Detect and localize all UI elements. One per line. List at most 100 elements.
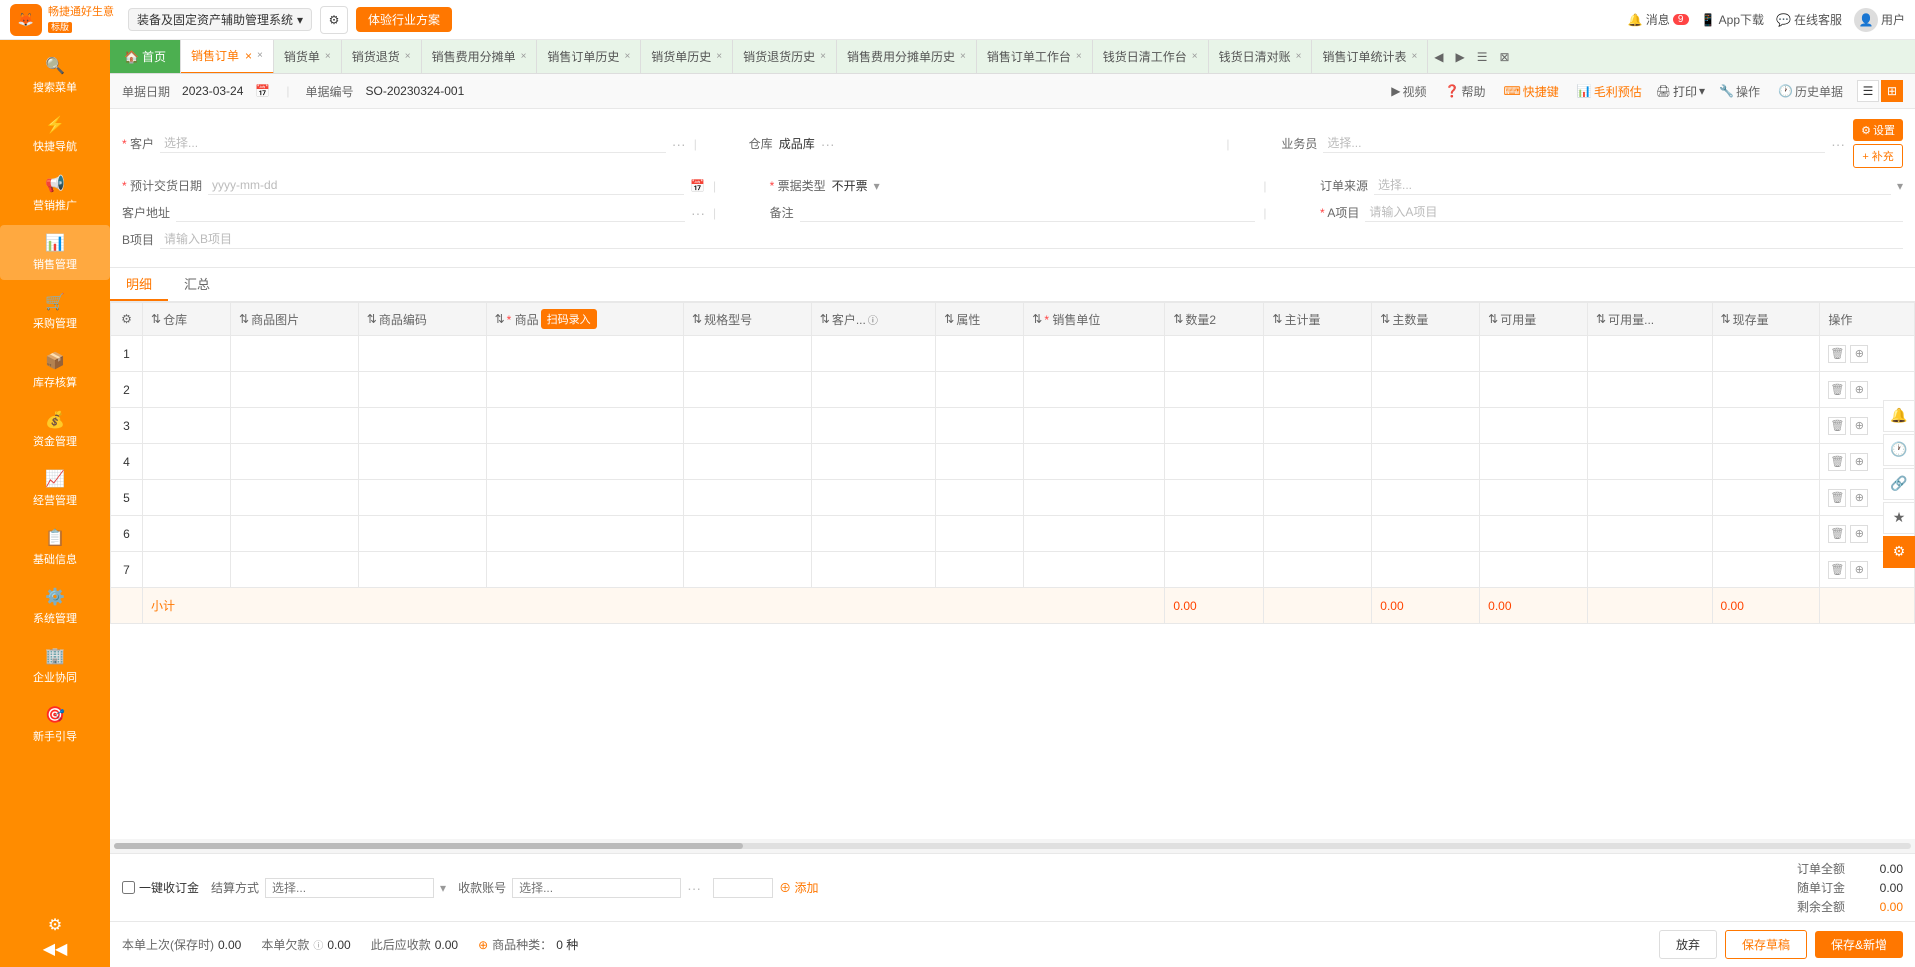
cell-available-more-1[interactable] <box>1588 336 1712 372</box>
sidebar-item-guide[interactable]: 🎯 新手引导 <box>0 697 110 752</box>
address-input[interactable] <box>176 203 685 222</box>
tab-close-workbench[interactable]: × <box>1076 51 1082 62</box>
cell-quantity2-1[interactable] <box>1165 336 1264 372</box>
deposit-amount-input[interactable]: 0.00 <box>713 878 773 898</box>
tab-sales-fee-history[interactable]: 销售费用分摊单历史 × <box>837 40 977 74</box>
cell-available-more-2[interactable] <box>1588 372 1712 408</box>
a-project-input[interactable] <box>1365 203 1903 222</box>
tab-home[interactable]: 🏠 首页 <box>110 40 181 74</box>
staff-input[interactable] <box>1323 134 1825 153</box>
view-video-button[interactable]: ▶ 视频 <box>1387 81 1430 102</box>
tab-close-credit-reconcile[interactable]: × <box>1296 51 1302 62</box>
warehouse-more-icon[interactable]: ··· <box>821 136 835 152</box>
cell-current-qty-2[interactable] <box>1712 372 1820 408</box>
order-source-input[interactable] <box>1374 176 1891 195</box>
row-copy-2[interactable]: ⊕ <box>1850 381 1868 399</box>
tab-summary-detail[interactable]: 汇总 <box>168 268 226 301</box>
delivery-date-input[interactable] <box>208 176 684 195</box>
address-more-icon[interactable]: ··· <box>691 205 705 221</box>
app-download-button[interactable]: 📱 App下载 <box>1701 11 1764 28</box>
sidebar-item-inventory[interactable]: 📦 库存核算 <box>0 343 110 398</box>
float-link-button[interactable]: 🔗 <box>1883 468 1915 500</box>
tab-prev-button[interactable]: ◀ <box>1428 40 1449 74</box>
tab-sales-order[interactable]: 销售订单 × × <box>181 40 274 74</box>
cell-quantity2-2[interactable] <box>1165 372 1264 408</box>
sidebar-item-basic-info[interactable]: 📋 基础信息 <box>0 520 110 575</box>
staff-more-icon[interactable]: ··· <box>1831 136 1845 152</box>
cell-product-1[interactable] <box>486 336 683 372</box>
row-delete-1[interactable]: 🗑 <box>1828 345 1846 363</box>
account-more-icon[interactable]: ··· <box>687 880 701 896</box>
tab-sales-refund[interactable]: 销货退货 × <box>342 40 422 74</box>
sidebar-item-system[interactable]: ⚙️ 系统管理 <box>0 579 110 634</box>
payment-method-select[interactable] <box>265 878 434 898</box>
row-delete-5[interactable]: 🗑 <box>1828 489 1846 507</box>
cell-product-image-2[interactable] <box>231 372 359 408</box>
user-menu[interactable]: 👤 用户 <box>1854 8 1905 32</box>
row-copy-4[interactable]: ⊕ <box>1850 453 1868 471</box>
sidebar-collapse-icon[interactable]: ◀◀ <box>43 939 68 959</box>
tab-sales-stats[interactable]: 销售订单统计表 × <box>1312 40 1428 74</box>
tab-credit-reconcile[interactable]: 钱货日清对账 × <box>1209 40 1313 74</box>
sidebar-item-marketing[interactable]: 📢 营销推广 <box>0 166 110 221</box>
solution-button[interactable]: 体验行业方案 <box>356 7 452 32</box>
cell-spec-1[interactable] <box>684 336 812 372</box>
account-select[interactable] <box>512 878 681 898</box>
tab-next-button[interactable]: ▶ <box>1450 40 1471 74</box>
add-column-button[interactable]: + 补充 <box>1853 144 1903 168</box>
cell-main-unit-2[interactable] <box>1264 372 1372 408</box>
horizontal-scrollbar[interactable] <box>110 839 1915 853</box>
scroll-thumb[interactable] <box>114 843 743 849</box>
scan-entry-button[interactable]: 扫码录入 <box>541 309 597 329</box>
cell-current-qty-1[interactable] <box>1712 336 1820 372</box>
row-delete-7[interactable]: 🗑 <box>1828 561 1846 579</box>
tab-close-sales-refund[interactable]: × <box>405 51 411 62</box>
help-button[interactable]: ❓ 帮助 <box>1441 81 1490 102</box>
one-click-deposit-checkbox[interactable] <box>122 881 135 894</box>
cell-warehouse-1[interactable] <box>143 336 231 372</box>
cell-main-unit-1[interactable] <box>1264 336 1372 372</box>
profit-forecast-button[interactable]: 📊 毛利预估 <box>1573 81 1646 102</box>
cell-available-qty-2[interactable] <box>1480 372 1588 408</box>
row-delete-2[interactable]: 🗑 <box>1828 381 1846 399</box>
goods-count-icon[interactable]: ⊕ <box>478 938 488 952</box>
order-source-arrow-icon[interactable]: ▾ <box>1897 179 1903 193</box>
tab-close-fee-history[interactable]: × <box>960 51 966 62</box>
messages-button[interactable]: 🔔 消息 9 <box>1628 11 1689 28</box>
save-new-button[interactable]: 保存&新增 <box>1815 931 1903 958</box>
online-support-button[interactable]: 💬 在线客服 <box>1776 11 1842 28</box>
sidebar-item-quick-nav[interactable]: ⚡ 快捷导航 <box>0 107 110 162</box>
cell-sales-unit-1[interactable] <box>1024 336 1165 372</box>
cell-product-2[interactable] <box>486 372 683 408</box>
cell-main-qty-2[interactable] <box>1372 372 1480 408</box>
row-copy-5[interactable]: ⊕ <box>1850 489 1868 507</box>
calendar-date-icon[interactable]: 📅 <box>690 179 705 193</box>
sidebar-settings-icon[interactable]: ⚙ <box>48 915 62 935</box>
tab-close-sales-stats[interactable]: × <box>1411 51 1417 62</box>
cell-spec-2[interactable] <box>684 372 812 408</box>
system-selector[interactable]: 装备及固定资产辅助管理系统 ▾ <box>128 8 312 31</box>
tab-sales-order-history[interactable]: 销售订单历史 × <box>537 40 641 74</box>
float-clock-button[interactable]: 🕐 <box>1883 434 1915 466</box>
cell-sales-unit-2[interactable] <box>1024 372 1165 408</box>
row-delete-3[interactable]: 🗑 <box>1828 417 1846 435</box>
customer-more-icon[interactable]: ··· <box>672 136 686 152</box>
cell-customer-code-1[interactable] <box>811 336 935 372</box>
tab-close-all-button[interactable]: ⊠ <box>1494 40 1516 74</box>
discard-button[interactable]: 放弃 <box>1659 930 1717 959</box>
sidebar-item-search[interactable]: 🔍 搜索菜单 <box>0 48 110 103</box>
tab-menu-button[interactable]: ☰ <box>1471 40 1494 74</box>
tab-close-order-history[interactable]: × <box>624 51 630 62</box>
cell-available-qty-1[interactable] <box>1480 336 1588 372</box>
tab-credit-daily-clear[interactable]: 钱货日清工作台 × <box>1093 40 1209 74</box>
shortcuts-button[interactable]: ⌨ 快捷键 <box>1499 81 1562 102</box>
remark-input[interactable] <box>800 203 1256 222</box>
row-copy-6[interactable]: ⊕ <box>1850 525 1868 543</box>
cell-product-code-2[interactable] <box>358 372 486 408</box>
tab-sales-invoice-history[interactable]: 销货单历史 × <box>641 40 733 74</box>
cell-product-image-1[interactable] <box>231 336 359 372</box>
float-star-button[interactable]: ★ <box>1883 502 1915 534</box>
cell-warehouse-2[interactable] <box>143 372 231 408</box>
tab-close-invoice-history[interactable]: × <box>716 51 722 62</box>
b-project-input[interactable] <box>160 230 1903 249</box>
